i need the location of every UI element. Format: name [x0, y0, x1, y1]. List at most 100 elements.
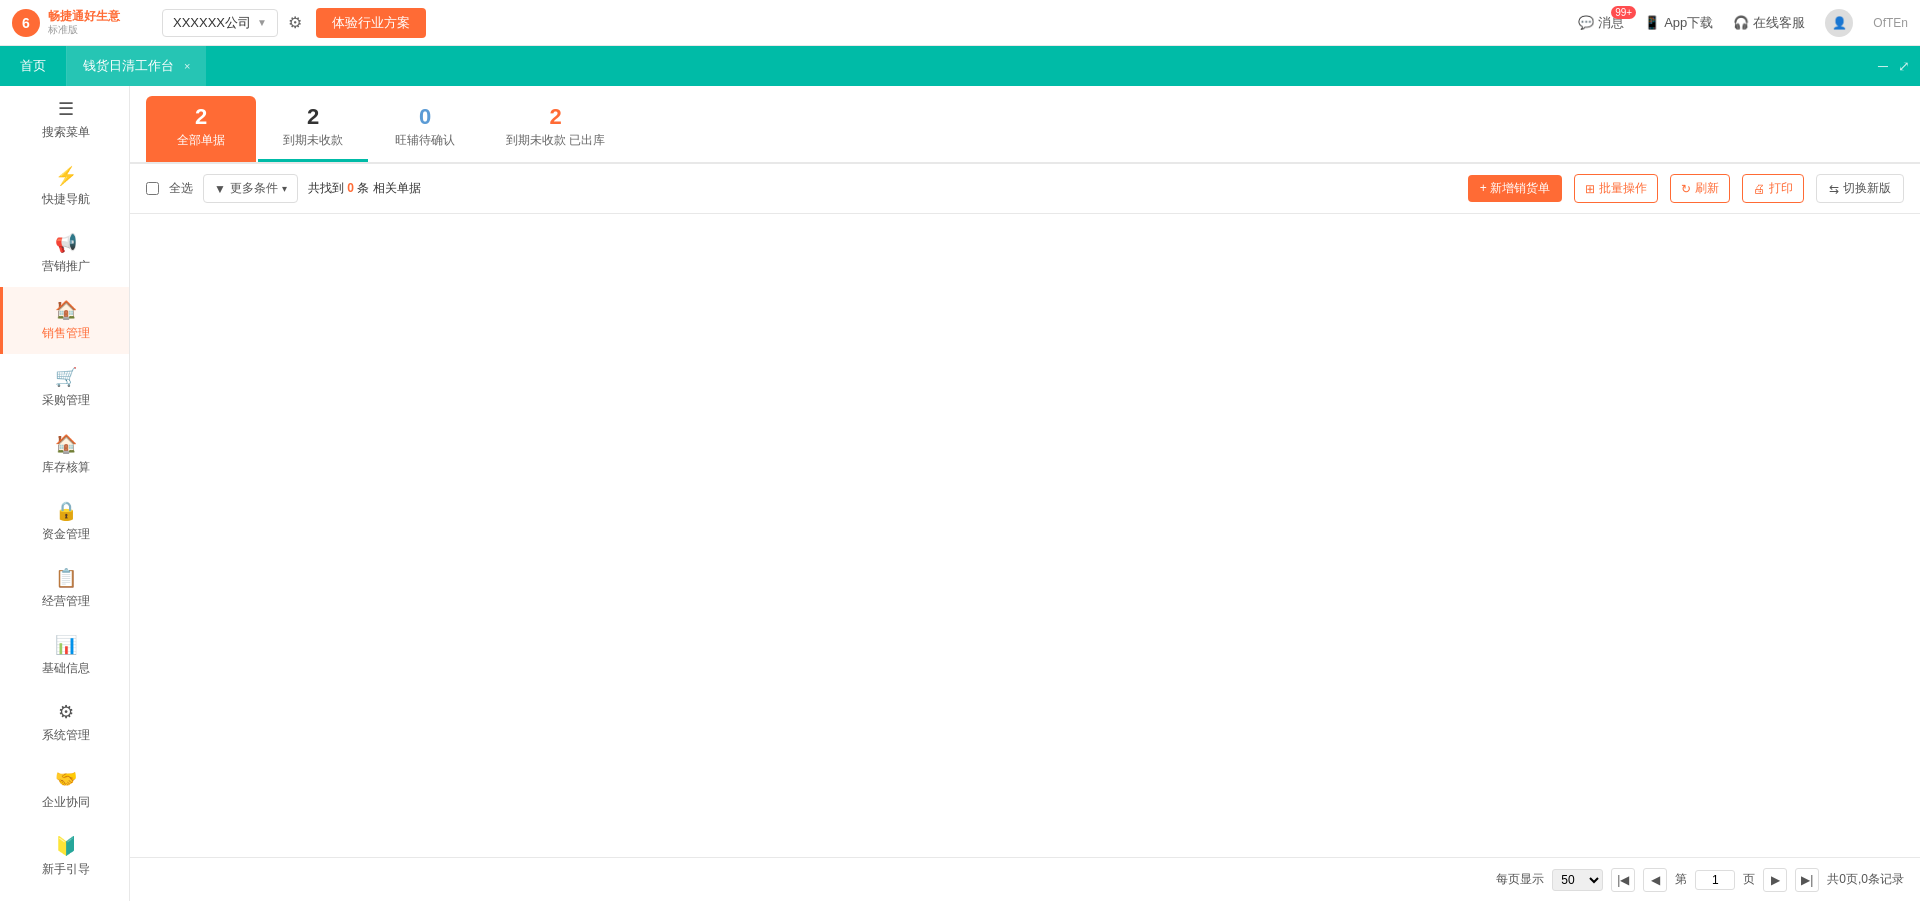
sidebar-item-basic-info[interactable]: 📊 基础信息 — [0, 622, 129, 689]
company-name: XXXXXX公司 — [173, 14, 251, 32]
basic-info-icon: 📊 — [55, 634, 77, 656]
stat-tab-overdue-shipped[interactable]: 2 到期未收款 已出库 — [482, 96, 629, 162]
app-download-button[interactable]: 📱 App下载 — [1644, 14, 1713, 32]
last-page-button[interactable]: ▶| — [1795, 868, 1819, 892]
tab-right-controls: ─ ⤢ — [1878, 58, 1920, 74]
sidebar-label-enterprise: 企业协同 — [42, 794, 90, 811]
company-selector[interactable]: XXXXXX公司 ▼ — [162, 9, 278, 37]
online-service-label: 在线客服 — [1753, 14, 1805, 32]
sales-icon: 🏠 — [55, 299, 77, 321]
page-label: 第 — [1675, 871, 1687, 888]
sidebar-item-app-center[interactable]: 📦 应用中心 — [0, 890, 129, 901]
sidebar-label-quick-nav: 快捷导航 — [42, 191, 90, 208]
filter-chevron-icon: ▾ — [282, 183, 287, 194]
prev-page-button[interactable]: ◀ — [1643, 868, 1667, 892]
logo-sub: 标准版 — [48, 24, 120, 36]
switch-version-button[interactable]: ⇆ 切换新版 — [1816, 174, 1904, 203]
sidebar-label-system: 系统管理 — [42, 727, 90, 744]
first-page-button[interactable]: |◀ — [1611, 868, 1635, 892]
stat-num-overdue-shipped: 2 — [550, 104, 562, 130]
stat-num-all: 2 — [195, 104, 207, 130]
message-badge: 99+ — [1611, 6, 1636, 19]
sidebar-label-purchase: 采购管理 — [42, 392, 90, 409]
sidebar-item-enterprise[interactable]: 🤝 企业协同 — [0, 756, 129, 823]
tab-maximize-button[interactable]: ⤢ — [1898, 58, 1910, 74]
page-suffix: 页 — [1743, 871, 1755, 888]
sidebar-label-inventory: 库存核算 — [42, 459, 90, 476]
switch-icon: ⇆ — [1829, 182, 1839, 196]
main-layout: ☰ 搜索菜单 ⚡ 快捷导航 📢 营销推广 🏠 销售管理 🛒 采购管理 🏠 库存核… — [0, 86, 1920, 901]
sidebar-item-search-menu[interactable]: ☰ 搜索菜单 — [0, 86, 129, 153]
search-menu-icon: ☰ — [58, 98, 74, 120]
print-button[interactable]: 🖨 打印 — [1742, 174, 1804, 203]
sidebar-label-basic-info: 基础信息 — [42, 660, 90, 677]
stat-tab-wangwang[interactable]: 0 旺辅待确认 — [370, 96, 480, 162]
sidebar-item-quick-nav[interactable]: ⚡ 快捷导航 — [0, 153, 129, 220]
message-button[interactable]: 💬 消息 99+ — [1578, 14, 1624, 32]
sidebar-item-inventory[interactable]: 🏠 库存核算 — [0, 421, 129, 488]
pagination: 每页显示 50 10 20 100 |◀ ◀ 第 页 ▶ ▶| 共0页,0条记录 — [130, 857, 1920, 901]
current-page-input[interactable] — [1695, 870, 1735, 890]
sidebar-label-operations: 经营管理 — [42, 593, 90, 610]
sidebar-item-operations[interactable]: 📋 经营管理 — [0, 555, 129, 622]
per-page-select[interactable]: 50 10 20 100 — [1552, 869, 1603, 891]
per-page-label: 每页显示 — [1496, 871, 1544, 888]
tab-bar: 首页 钱货日清工作台 × ─ ⤢ — [0, 46, 1920, 86]
system-icon: ⚙ — [58, 701, 74, 723]
stat-num-wangwang: 0 — [419, 104, 431, 130]
top-header: 6 畅捷通好生意 标准版 XXXXXX公司 ▼ ⚙ 体验行业方案 💬 消息 99… — [0, 0, 1920, 46]
next-page-button[interactable]: ▶ — [1763, 868, 1787, 892]
print-icon: 🖨 — [1753, 182, 1765, 196]
sidebar-item-finance[interactable]: 🔒 资金管理 — [0, 488, 129, 555]
filter-icon: ▼ — [214, 182, 226, 196]
stat-label-wangwang: 旺辅待确认 — [395, 132, 455, 149]
marketing-icon: 📢 — [55, 232, 77, 254]
chevron-down-icon: ▼ — [257, 17, 267, 28]
inventory-icon: 🏠 — [55, 433, 77, 455]
tab-minimize-button[interactable]: ─ — [1878, 58, 1888, 74]
service-icon: 🎧 — [1733, 15, 1749, 30]
online-service-button[interactable]: 🎧 在线客服 — [1733, 14, 1805, 32]
settings-button[interactable]: ⚙ — [288, 13, 302, 32]
select-all-checkbox[interactable] — [146, 182, 159, 195]
tab-active[interactable]: 钱货日清工作台 × — [67, 46, 206, 86]
tab-active-label: 钱货日清工作台 — [83, 57, 174, 75]
sidebar-item-purchase[interactable]: 🛒 采购管理 — [0, 354, 129, 421]
trial-button[interactable]: 体验行业方案 — [316, 8, 426, 38]
sidebar-item-marketing[interactable]: 📢 营销推广 — [0, 220, 129, 287]
filter-label: 更多条件 — [230, 180, 278, 197]
tab-home[interactable]: 首页 — [0, 46, 67, 86]
select-all-label: 全选 — [169, 180, 193, 197]
message-icon: 💬 — [1578, 15, 1594, 30]
phone-icon: 📱 — [1644, 15, 1660, 30]
stat-label-all: 全部单据 — [177, 132, 225, 149]
stat-tab-overdue[interactable]: 2 到期未收款 — [258, 96, 368, 162]
sidebar-item-system[interactable]: ⚙ 系统管理 — [0, 689, 129, 756]
often-label: OfTEn — [1873, 16, 1908, 30]
sidebar-label-finance: 资金管理 — [42, 526, 90, 543]
refresh-button[interactable]: ↻ 刷新 — [1670, 174, 1730, 203]
stat-label-overdue-shipped: 到期未收款 已出库 — [506, 132, 605, 149]
tab-close-button[interactable]: × — [184, 60, 190, 72]
avatar[interactable]: 👤 — [1825, 9, 1853, 37]
add-sale-order-button[interactable]: + 新增销货单 — [1468, 175, 1562, 202]
sidebar-label-search-menu: 搜索菜单 — [42, 124, 90, 141]
stat-num-overdue: 2 — [307, 104, 319, 130]
stat-tab-all[interactable]: 2 全部单据 — [146, 96, 256, 162]
batch-operation-button[interactable]: ⊞ 批量操作 — [1574, 174, 1658, 203]
sidebar-item-guide[interactable]: 🔰 新手引导 — [0, 823, 129, 890]
logo-text-area: 畅捷通好生意 标准版 — [48, 9, 120, 35]
sidebar-item-sales[interactable]: 🏠 销售管理 — [0, 287, 129, 354]
quick-nav-icon: ⚡ — [55, 165, 77, 187]
sidebar-label-marketing: 营销推广 — [42, 258, 90, 275]
purchase-icon: 🛒 — [55, 366, 77, 388]
logo-area: 6 畅捷通好生意 标准版 — [12, 9, 142, 37]
finance-icon: 🔒 — [55, 500, 77, 522]
enterprise-icon: 🤝 — [55, 768, 77, 790]
toolbar: 全选 ▼ 更多条件 ▾ 共找到 0 条 相关单据 + 新增销货单 ⊞ 批量操作 — [130, 164, 1920, 214]
filter-button[interactable]: ▼ 更多条件 ▾ — [203, 174, 298, 203]
table-area — [130, 214, 1920, 857]
operations-icon: 📋 — [55, 567, 77, 589]
sidebar-label-guide: 新手引导 — [42, 861, 90, 878]
toolbar-right: + 新增销货单 ⊞ 批量操作 ↻ 刷新 🖨 打印 ⇆ 切换新版 — [1468, 174, 1904, 203]
